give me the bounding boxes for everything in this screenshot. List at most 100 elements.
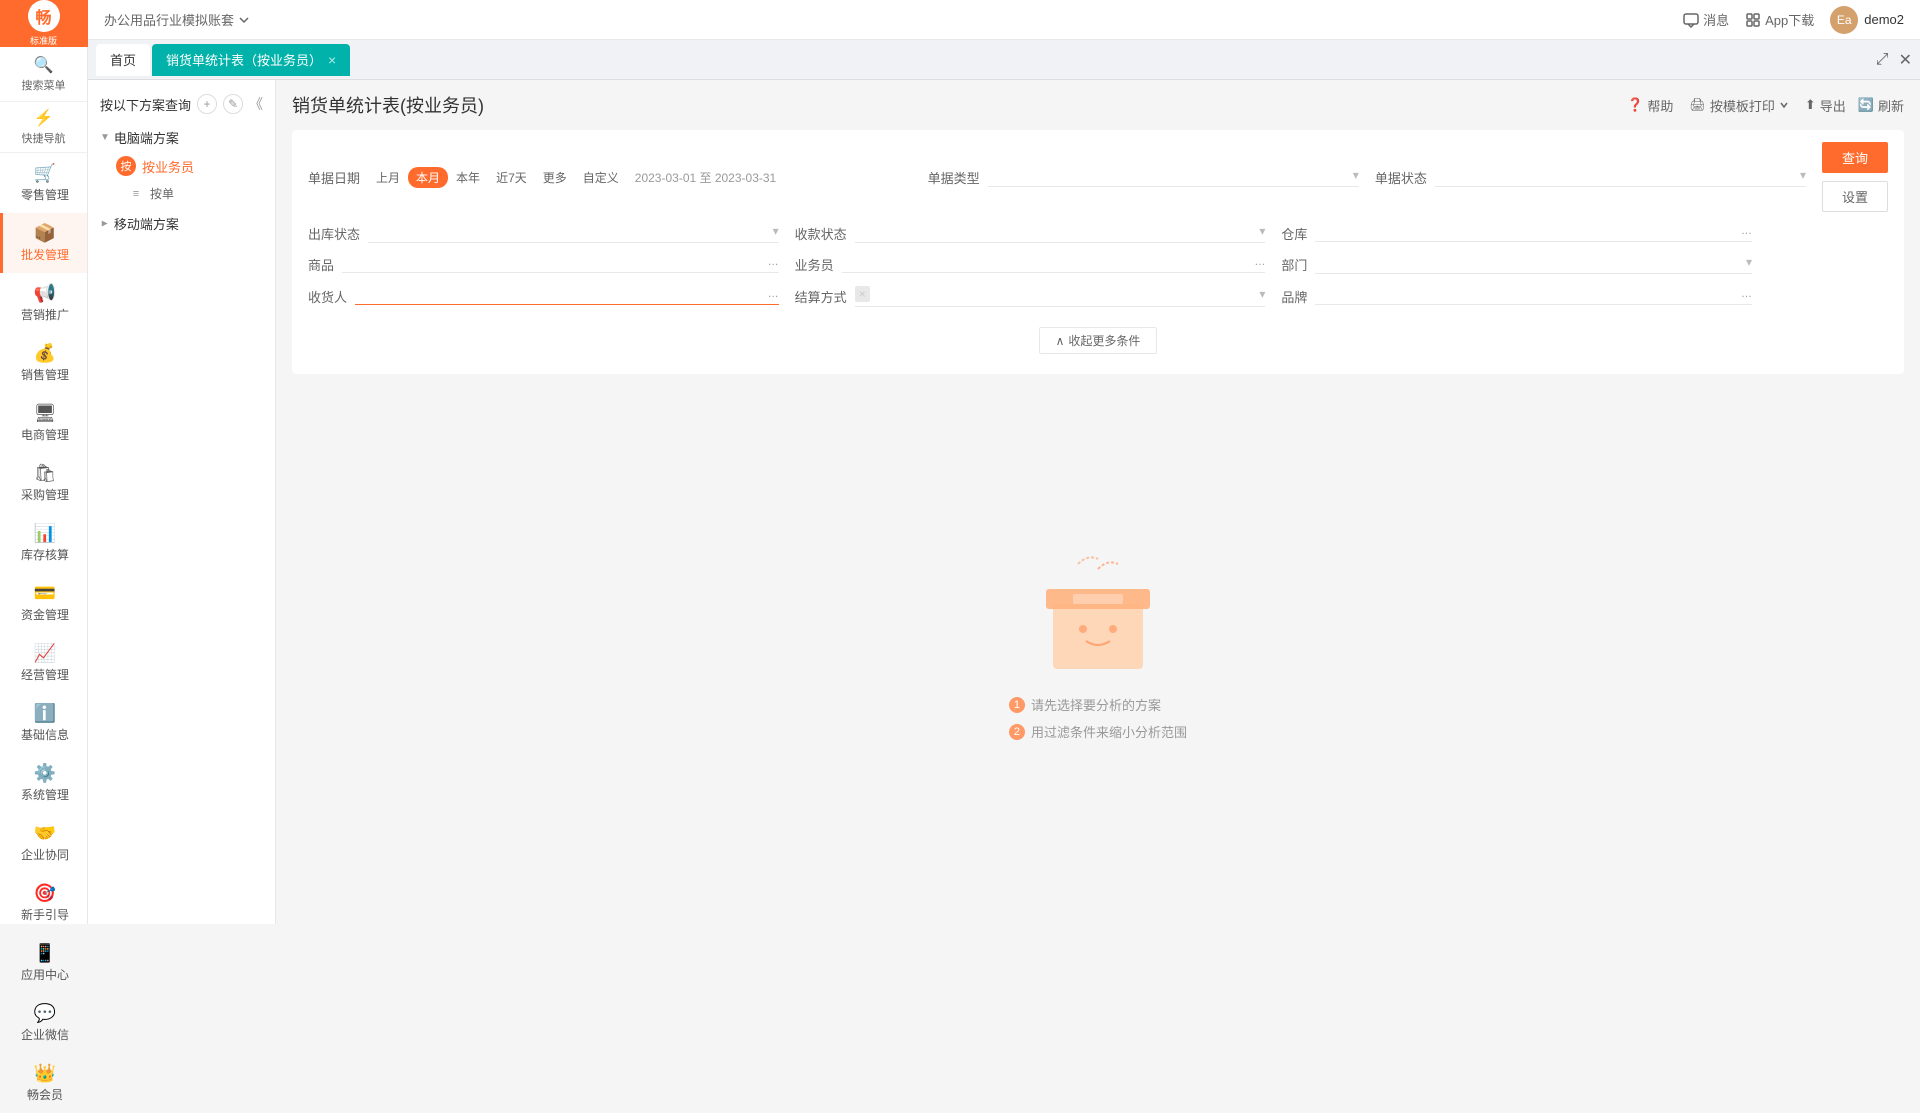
close-all-tabs-button[interactable]: ✕ — [1899, 50, 1912, 70]
finance-icon: 💳 — [34, 583, 56, 604]
date-custom[interactable]: 自定义 — [575, 167, 627, 188]
sidebar-search-section: 🔍 搜索菜单 — [0, 47, 87, 102]
help-button[interactable]: ❓ 帮助 — [1627, 96, 1673, 115]
search-menu-button[interactable]: 🔍 搜索菜单 — [22, 55, 66, 93]
scheme-icon: 按 — [116, 156, 136, 176]
scheme-sub-item-by-order[interactable]: ≡ 按单 — [88, 181, 275, 206]
brand-input[interactable]: … — [1315, 288, 1752, 305]
date-last-month[interactable]: 上月 — [368, 167, 408, 188]
main-area: 办公用品行业模拟账套 消息 App下载 Ea demo2 首页 销货单统计表（按… — [88, 0, 1920, 924]
salesperson-control: … — [842, 256, 1266, 273]
system-icon: ⚙️ — [34, 763, 56, 784]
refresh-icon: 🔄 — [1858, 97, 1874, 113]
user-menu[interactable]: Ea demo2 — [1830, 6, 1904, 34]
date-filter-control: 上月 本月 本年 近7天 更多 自定义 2023-03-01 至 2023-03… — [368, 167, 912, 188]
expand-icon[interactable]: ⤢ — [1876, 51, 1889, 69]
sidebar-item-retail[interactable]: 🛒 零售管理 — [0, 153, 87, 213]
account-dropdown[interactable]: 办公用品行业模拟账套 — [104, 10, 250, 29]
out-status-dropdown-icon: ▾ — [773, 224, 779, 238]
quick-nav-button[interactable]: ⚡ 快捷导航 — [22, 108, 66, 146]
tab-close-button[interactable]: × — [328, 52, 336, 68]
inventory-icon: 📊 — [34, 523, 56, 544]
group-expand-icon: ▼ — [100, 132, 110, 143]
sidebar-item-inventory[interactable]: 📊 库存核算 — [0, 513, 87, 573]
department-select[interactable]: ▾ — [1315, 255, 1752, 274]
filter-row-4: 收货人 … 结算方式 × — [308, 286, 1888, 307]
department-dropdown-icon: ▾ — [1746, 255, 1752, 269]
filter-doc-type: 单据类型 ▾ — [928, 168, 1359, 187]
brand-more-icon: … — [1741, 288, 1752, 300]
page-title: 销货单统计表(按业务员) — [292, 92, 1627, 118]
sidebar-item-purchase[interactable]: 🛍 采购管理 — [0, 453, 87, 513]
tab-sales-stats[interactable]: 销货单统计表（按业务员） × — [152, 44, 350, 76]
template-print-button[interactable]: 🖨 按模板打印 — [1685, 96, 1793, 115]
sidebar-item-collab[interactable]: 🤝 企业协同 — [0, 813, 87, 873]
print-icon: 🖨 — [1689, 97, 1706, 113]
scheme-item-label: 按业务员 — [142, 157, 194, 176]
app-download-button[interactable]: App下载 — [1745, 10, 1814, 29]
doc-type-select[interactable]: ▾ — [988, 168, 1359, 187]
add-scheme-button[interactable]: + — [197, 94, 217, 114]
doc-status-select[interactable]: ▾ — [1435, 168, 1806, 187]
date-this-month[interactable]: 本月 — [408, 167, 448, 188]
sidebar-item-marketing[interactable]: 📢 营销推广 — [0, 273, 87, 333]
out-status-select[interactable]: ▾ — [368, 224, 779, 243]
settlement-select[interactable]: × ▾ — [855, 286, 1266, 307]
empty-illustration — [1028, 549, 1168, 679]
collab-icon: 🤝 — [34, 823, 56, 844]
product-control: … — [342, 256, 779, 273]
mobile-scheme-group-header[interactable]: ▼ 移动端方案 — [88, 210, 275, 237]
receiver-label: 收货人 — [308, 287, 347, 306]
recv-status-label: 收款状态 — [795, 224, 847, 243]
scheme-item-by-salesperson[interactable]: 按 按业务员 — [88, 151, 275, 181]
sidebar-item-finance[interactable]: 💳 资金管理 — [0, 573, 87, 633]
sidebar-item-wechat[interactable]: 💬 企业微信 — [0, 993, 87, 1053]
export-icon: ⬆ — [1805, 97, 1816, 113]
sidebar-item-ecommerce[interactable]: 🖥 电商管理 — [0, 393, 87, 453]
salesperson-more-icon: … — [1254, 256, 1265, 268]
recv-status-select[interactable]: ▾ — [855, 224, 1266, 243]
collapse-button[interactable]: ∧ 收起更多条件 — [1039, 327, 1158, 354]
template-dropdown-icon — [1779, 100, 1789, 110]
refresh-button[interactable]: 🔄 刷新 — [1858, 96, 1904, 115]
message-button[interactable]: 消息 — [1683, 10, 1729, 29]
warehouse-input[interactable]: … — [1315, 225, 1752, 242]
sidebar-item-sales[interactable]: 💰 销售管理 — [0, 333, 87, 393]
wechat-icon: 💬 — [34, 1003, 56, 1024]
salesperson-input[interactable]: … — [842, 256, 1266, 273]
doc-type-label: 单据类型 — [928, 168, 980, 187]
sidebar-item-guide[interactable]: 🎯 新手引导 — [0, 873, 87, 933]
export-button[interactable]: ⬆ 导出 — [1805, 96, 1846, 115]
tab-home[interactable]: 首页 — [96, 44, 150, 76]
app-logo[interactable]: 畅 标准版 — [0, 0, 88, 47]
date-last-7days[interactable]: 近7天 — [488, 167, 535, 188]
product-input[interactable]: … — [342, 256, 779, 273]
sidebar-item-member[interactable]: 👑 畅会员 — [0, 1053, 87, 1113]
date-more[interactable]: 更多 — [535, 167, 575, 188]
doc-type-dropdown-icon: ▾ — [1353, 168, 1359, 182]
filter-salesperson: 业务员 … — [795, 255, 1266, 274]
filter-product: 商品 … — [308, 255, 779, 274]
edit-scheme-button[interactable]: ✎ — [223, 94, 243, 114]
pc-scheme-label: 电脑端方案 — [114, 128, 179, 147]
sidebar-item-basic[interactable]: ℹ️ 基础信息 — [0, 693, 87, 753]
filter-brand: 品牌 … — [1281, 287, 1752, 306]
purchase-icon: 🛍 — [34, 463, 57, 484]
settlement-clear-icon[interactable]: × — [859, 287, 866, 301]
filter-doc-status: 单据状态 ▾ — [1375, 168, 1806, 187]
query-button[interactable]: 查询 — [1822, 142, 1888, 173]
sidebar-item-system[interactable]: ⚙️ 系统管理 — [0, 753, 87, 813]
date-this-year[interactable]: 本年 — [448, 167, 488, 188]
sidebar-item-wholesale[interactable]: 📦 批发管理 — [0, 213, 87, 273]
settings-button[interactable]: 设置 — [1822, 181, 1888, 212]
filter-settlement: 结算方式 × ▾ — [795, 286, 1266, 307]
empty-hint-2: 2 用过滤条件来缩小分析范围 — [1009, 722, 1187, 741]
receiver-input[interactable]: … — [355, 288, 779, 305]
sidebar-item-operation[interactable]: 📈 经营管理 — [0, 633, 87, 693]
collapse-panel-button[interactable]: 《 — [249, 94, 263, 114]
sidebar-item-app-center[interactable]: 📱 应用中心 — [0, 933, 87, 993]
pc-scheme-group-header[interactable]: ▼ 电脑端方案 — [88, 124, 275, 151]
filter-date: 单据日期 上月 本月 本年 近7天 更多 自定义 2023-03-01 至 20… — [308, 167, 912, 188]
date-range-display: 2023-03-01 至 2023-03-31 — [635, 169, 776, 186]
mobile-scheme-label: 移动端方案 — [114, 214, 179, 233]
